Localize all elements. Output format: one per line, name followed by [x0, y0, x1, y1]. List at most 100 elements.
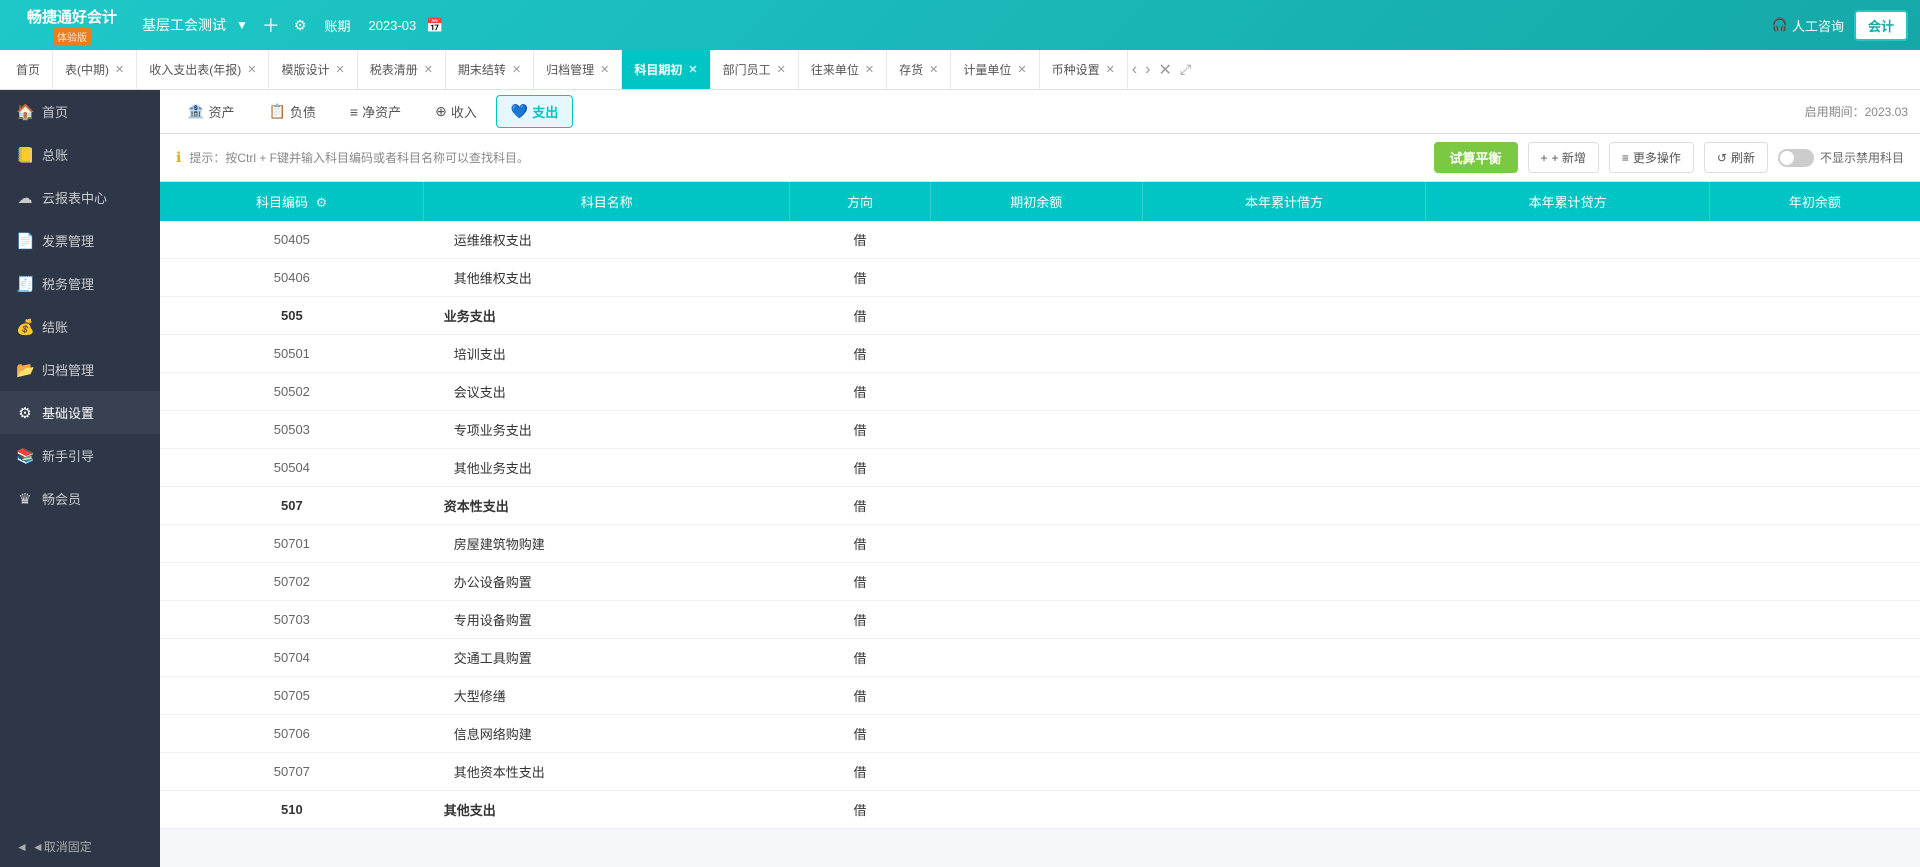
sub-tab-income[interactable]: ⊕ 收入: [420, 95, 492, 128]
tab-close-icon[interactable]: ✕: [1017, 63, 1026, 76]
sidebar-item-basic-settings[interactable]: ⚙ 基础设置: [0, 391, 160, 434]
tab-close-icon[interactable]: ✕: [600, 63, 609, 76]
table-row[interactable]: 50501 培训支出 借: [160, 335, 1920, 373]
table-row[interactable]: 50705 大型修缮 借: [160, 677, 1920, 715]
tab-close-all-icon[interactable]: ✕: [1154, 60, 1175, 80]
table-row[interactable]: 50703 专用设备购置 借: [160, 601, 1920, 639]
tab-close-icon[interactable]: ✕: [688, 63, 697, 76]
cell-opening-balance: [930, 563, 1142, 601]
collapse-label: ◄取消固定: [32, 838, 92, 855]
add-button[interactable]: + + 新增: [1528, 142, 1599, 173]
table-row[interactable]: 50706 信息网络购建 借: [160, 715, 1920, 753]
tab-period-close[interactable]: 期末结转 ✕: [446, 50, 534, 89]
cell-year-opening: [1709, 373, 1920, 411]
service-button[interactable]: 🎧 人工咨询: [1772, 16, 1844, 35]
sidebar-item-guide[interactable]: 📚 新手引导: [0, 434, 160, 477]
tab-currency[interactable]: 币种设置 ✕: [1040, 50, 1128, 89]
tab-units[interactable]: 计量单位 ✕: [951, 50, 1039, 89]
sidebar-item-home[interactable]: 🏠 首页: [0, 90, 160, 133]
table-row[interactable]: 50707 其他资本性支出 借: [160, 753, 1920, 791]
tab-close-icon[interactable]: ✕: [1106, 63, 1115, 76]
tab-close-icon[interactable]: ✕: [777, 63, 786, 76]
settings-icon[interactable]: ⚙: [294, 17, 307, 34]
company-dropdown-icon[interactable]: ▼: [236, 18, 248, 32]
tab-label: 归档管理: [546, 61, 594, 78]
tab-prev-icon[interactable]: ‹: [1128, 61, 1141, 79]
balance-button[interactable]: 试算平衡: [1434, 142, 1518, 173]
sidebar-item-close[interactable]: 💰 结账: [0, 305, 160, 348]
period-label: 账期: [324, 16, 350, 35]
sidebar-item-label: 畅会员: [42, 489, 81, 508]
tab-close-icon[interactable]: ✕: [247, 63, 256, 76]
sub-tab-equity[interactable]: ≡ 净资产: [335, 95, 416, 128]
tab-inventory[interactable]: 存货 ✕: [887, 50, 951, 89]
table-row[interactable]: 510 其他支出 借: [160, 791, 1920, 829]
sidebar-item-label: 总账: [42, 145, 68, 164]
cell-direction: 借: [790, 753, 930, 791]
sidebar-item-ledger[interactable]: 📒 总账: [0, 133, 160, 176]
table-row[interactable]: 50704 交通工具购置 借: [160, 639, 1920, 677]
tab-close-icon[interactable]: ✕: [929, 63, 938, 76]
sidebar-item-tax[interactable]: 🧾 税务管理: [0, 262, 160, 305]
table-row[interactable]: 50504 其他业务支出 借: [160, 449, 1920, 487]
tab-partners[interactable]: 往来单位 ✕: [799, 50, 887, 89]
cell-direction: 借: [790, 601, 930, 639]
tab-label: 科目期初: [634, 61, 682, 78]
sidebar-collapse-btn[interactable]: ◄ ◄取消固定: [0, 826, 160, 867]
tab-close-icon[interactable]: ✕: [424, 63, 433, 76]
sidebar-item-archive[interactable]: 📂 归档管理: [0, 348, 160, 391]
table-row[interactable]: 50502 会议支出 借: [160, 373, 1920, 411]
calendar-icon[interactable]: 📅: [426, 17, 443, 34]
cell-direction: 借: [790, 259, 930, 297]
more-operations-button[interactable]: ≡ 更多操作: [1609, 142, 1694, 173]
cell-year-opening: [1709, 297, 1920, 335]
sidebar-item-vip[interactable]: ♛ 畅会员: [0, 477, 160, 520]
tab-expand-icon[interactable]: ⤢: [1176, 61, 1195, 78]
cell-direction: 借: [790, 411, 930, 449]
table-row[interactable]: 50702 办公设备购置 借: [160, 563, 1920, 601]
assets-icon: 🏦: [187, 103, 204, 120]
cell-opening-balance: [930, 449, 1142, 487]
tab-mid-report[interactable]: 表(中期) ✕: [53, 50, 137, 89]
add-company-icon[interactable]: ＋: [262, 12, 280, 38]
more-icon: ≡: [1622, 151, 1629, 165]
tab-home[interactable]: 首页: [4, 50, 53, 89]
cell-opening-balance: [930, 639, 1142, 677]
cell-code: 507: [160, 487, 424, 525]
tab-close-icon[interactable]: ✕: [512, 63, 521, 76]
table-row[interactable]: 50701 房屋建筑物购建 借: [160, 525, 1920, 563]
tab-subject-opening[interactable]: 科目期初 ✕: [622, 50, 710, 89]
sub-tab-assets[interactable]: 🏦 资产: [172, 95, 249, 128]
tab-close-icon[interactable]: ✕: [865, 63, 874, 76]
sidebar-item-invoice[interactable]: 📄 发票管理: [0, 219, 160, 262]
period-info: 启用期间：2023.03: [1805, 103, 1908, 120]
table-row[interactable]: 505 业务支出 借: [160, 297, 1920, 335]
app-title: 畅捷通好会计: [27, 6, 117, 27]
tab-next-icon[interactable]: ›: [1141, 61, 1154, 79]
sub-tab-expense[interactable]: 💙 支出: [496, 95, 573, 128]
table-row[interactable]: 507 资本性支出 借: [160, 487, 1920, 525]
cell-code: 50703: [160, 601, 424, 639]
tab-department-staff[interactable]: 部门员工 ✕: [711, 50, 799, 89]
table-row[interactable]: 50503 专项业务支出 借: [160, 411, 1920, 449]
top-header: 畅捷通好会计 体验版 基层工会测试 ▼ ＋ ⚙ 账期 2023-03 📅 🎧 人…: [0, 0, 1920, 50]
table-row[interactable]: 50406 其他维权支出 借: [160, 259, 1920, 297]
sub-tab-liabilities[interactable]: 📋 负债: [253, 95, 330, 128]
account-button[interactable]: 会计: [1854, 10, 1908, 41]
tab-close-icon[interactable]: ✕: [335, 63, 344, 76]
tab-tax-schedule[interactable]: 税表清册 ✕: [358, 50, 446, 89]
table-row[interactable]: 50405 运维维权支出 借: [160, 221, 1920, 259]
toolbar: ℹ 提示：按Ctrl + F键并输入科目编码或者科目名称可以查找科目。 试算平衡…: [160, 134, 1920, 182]
cell-code: 50704: [160, 639, 424, 677]
tab-close-icon[interactable]: ✕: [115, 63, 124, 76]
cell-ytd-credit: [1426, 411, 1710, 449]
toggle-switch[interactable]: [1778, 149, 1814, 167]
tab-annual-report[interactable]: 收入支出表(年报) ✕: [137, 50, 269, 89]
tab-template-design[interactable]: 模版设计 ✕: [269, 50, 357, 89]
refresh-button[interactable]: ↺ 刷新: [1704, 142, 1768, 173]
cell-opening-balance: [930, 411, 1142, 449]
toggle-disabled-accounts[interactable]: 不显示禁用科目: [1778, 149, 1904, 167]
col-settings-icon[interactable]: ⚙: [316, 195, 328, 210]
tab-archive[interactable]: 归档管理 ✕: [534, 50, 622, 89]
sidebar-item-cloud-report[interactable]: ☁ 云报表中心: [0, 176, 160, 219]
